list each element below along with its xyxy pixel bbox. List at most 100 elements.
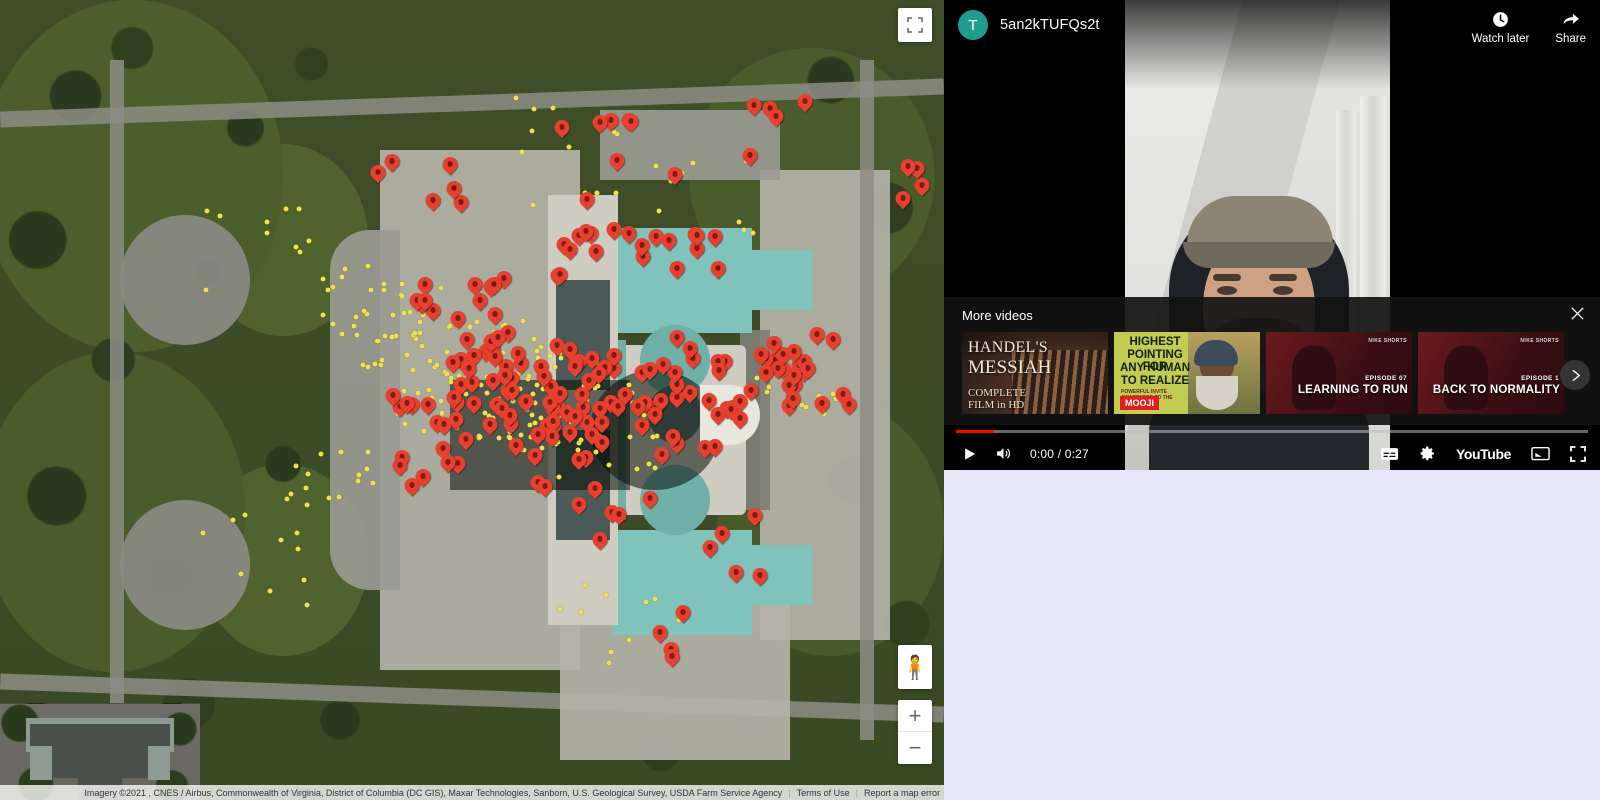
map-yellow-dot bbox=[821, 411, 827, 417]
map-yellow-dot bbox=[626, 382, 632, 388]
street-view-pegman-button[interactable]: 🧍 bbox=[898, 645, 932, 689]
map-zoom-controls[interactable]: + − bbox=[898, 700, 932, 764]
map-yellow-dot bbox=[360, 362, 366, 368]
carousel-next-button[interactable] bbox=[1560, 360, 1590, 390]
map-yellow-dot bbox=[301, 577, 307, 583]
screen-root: 🧍 + − Imagery ©2021 , CNES / Airbus, Com… bbox=[0, 0, 1600, 800]
video-thumbnail[interactable]: HIGHEST POINTING FOR ANY HUMAN TO REALIZ… bbox=[1114, 332, 1260, 414]
map-yellow-dot bbox=[444, 371, 450, 377]
player-actions: Watch later Share bbox=[1472, 10, 1586, 45]
map-yellow-dot bbox=[278, 537, 284, 543]
map-yellow-dot bbox=[375, 338, 381, 344]
video-thumbnail[interactable]: NIKE SHORTS EPISODE 07 LEARNING TO RUN bbox=[1266, 332, 1412, 414]
map-yellow-dot bbox=[293, 244, 299, 250]
map-yellow-dot bbox=[454, 314, 460, 320]
map-yellow-dot bbox=[499, 360, 505, 366]
map-yellow-dot bbox=[546, 374, 552, 380]
report-map-error-link[interactable]: Report a map error bbox=[864, 788, 940, 798]
youtube-wordmark[interactable]: YouTube bbox=[1456, 446, 1511, 462]
map-yellow-dot bbox=[592, 385, 598, 391]
cast-button[interactable] bbox=[1531, 446, 1550, 462]
map-yellow-dot bbox=[646, 461, 652, 467]
map-yellow-dot bbox=[326, 495, 332, 501]
map-yellow-dot bbox=[382, 333, 388, 339]
video-title[interactable]: 5an2kTUFQs2t bbox=[1000, 17, 1100, 33]
map-yellow-dot bbox=[422, 299, 428, 305]
map-yellow-dot bbox=[395, 411, 401, 417]
map-yellow-dot bbox=[419, 343, 425, 349]
map-yellow-dot bbox=[550, 397, 556, 403]
map-yellow-dot bbox=[507, 429, 513, 435]
map-yellow-dot bbox=[511, 386, 517, 392]
map-yellow-dot bbox=[401, 388, 407, 394]
map-yellow-dot bbox=[643, 599, 649, 605]
thumbnail-line-4: TO REALIZE bbox=[1120, 375, 1190, 387]
map-yellow-dot bbox=[438, 398, 444, 404]
satellite-map-pane[interactable]: 🧍 + − Imagery ©2021 , CNES / Airbus, Com… bbox=[0, 0, 944, 800]
map-yellow-dot bbox=[402, 421, 408, 427]
share-button[interactable]: Share bbox=[1555, 10, 1586, 45]
map-yellow-dot bbox=[741, 227, 747, 233]
video-thumbnail[interactable]: HANDEL'S MESSIAH COMPLETE FILM in HD bbox=[962, 332, 1108, 414]
map-yellow-dot bbox=[611, 129, 617, 135]
map-yellow-dot bbox=[754, 375, 760, 381]
map-yellow-dot bbox=[510, 398, 516, 404]
controls-right-group: YouTube bbox=[1380, 445, 1586, 462]
player-header: T 5an2kTUFQs2t Watch later Share bbox=[944, 0, 1600, 56]
map-yellow-dot bbox=[552, 364, 558, 370]
map-yellow-dot bbox=[593, 449, 599, 455]
map-yellow-dot bbox=[578, 437, 584, 443]
channel-avatar[interactable]: T bbox=[958, 10, 988, 40]
map-yellow-dot bbox=[351, 323, 357, 329]
thumbnail-episode: EPISODE 1 bbox=[1521, 375, 1559, 382]
map-yellow-dot bbox=[454, 425, 460, 431]
player-channel-info[interactable]: T 5an2kTUFQs2t bbox=[958, 10, 1100, 40]
map-yellow-dot bbox=[304, 602, 310, 608]
play-button[interactable] bbox=[962, 446, 977, 462]
map-yellow-dot bbox=[444, 349, 450, 355]
map-yellow-dot bbox=[588, 374, 594, 380]
more-videos-close-button[interactable] bbox=[1569, 305, 1586, 326]
map-yellow-dot bbox=[645, 399, 651, 405]
settings-button[interactable] bbox=[1419, 445, 1436, 462]
share-label: Share bbox=[1555, 33, 1586, 45]
more-videos-carousel[interactable]: HANDEL'S MESSIAH COMPLETE FILM in HD HIG… bbox=[944, 330, 1600, 414]
map-yellow-dot bbox=[365, 449, 371, 455]
map-yellow-dot bbox=[536, 369, 542, 375]
map-yellow-dot bbox=[484, 390, 490, 396]
map-yellow-dot bbox=[500, 350, 506, 356]
map-zoom-in-button[interactable]: + bbox=[898, 700, 932, 732]
thumbnail-line-4: FILM in HD bbox=[968, 399, 1025, 411]
youtube-player[interactable]: T 5an2kTUFQs2t Watch later Share More vi… bbox=[944, 0, 1600, 470]
terms-of-use-link[interactable]: Terms of Use bbox=[797, 788, 850, 798]
map-yellow-dot bbox=[404, 352, 410, 358]
progress-bar[interactable] bbox=[956, 430, 1588, 433]
map-yellow-dot bbox=[318, 451, 324, 457]
map-yellow-dot bbox=[512, 356, 518, 362]
map-yellow-dot bbox=[368, 287, 374, 293]
map-yellow-dot bbox=[434, 362, 440, 368]
subtitles-button[interactable] bbox=[1380, 447, 1399, 461]
more-videos-label: More videos bbox=[962, 308, 1033, 323]
map-yellow-dot bbox=[378, 362, 384, 368]
map-yellow-dot bbox=[401, 310, 407, 316]
map-yellow-dot bbox=[242, 512, 248, 518]
map-yellow-dot bbox=[507, 435, 513, 441]
volume-button[interactable] bbox=[995, 445, 1012, 462]
map-yellow-dot bbox=[517, 348, 523, 354]
map-yellow-dot bbox=[379, 357, 385, 363]
fullscreen-button[interactable] bbox=[1570, 445, 1586, 462]
map-yellow-dot bbox=[303, 485, 309, 491]
map-yellow-dot bbox=[520, 318, 526, 324]
watch-later-button[interactable]: Watch later bbox=[1472, 10, 1529, 45]
map-yellow-dot bbox=[665, 233, 671, 239]
map-fullscreen-button[interactable] bbox=[898, 8, 932, 42]
map-yellow-dot bbox=[833, 396, 839, 402]
more-videos-header: More videos bbox=[944, 297, 1600, 330]
map-zoom-out-button[interactable]: − bbox=[898, 732, 932, 764]
map-yellow-dot bbox=[540, 386, 546, 392]
video-thumbnail[interactable]: NIKE SHORTS EPISODE 1 BACK TO NORMALITY bbox=[1418, 332, 1564, 414]
map-yellow-dot bbox=[736, 219, 742, 225]
map-yellow-dot bbox=[596, 433, 602, 439]
map-yellow-dot bbox=[496, 396, 502, 402]
